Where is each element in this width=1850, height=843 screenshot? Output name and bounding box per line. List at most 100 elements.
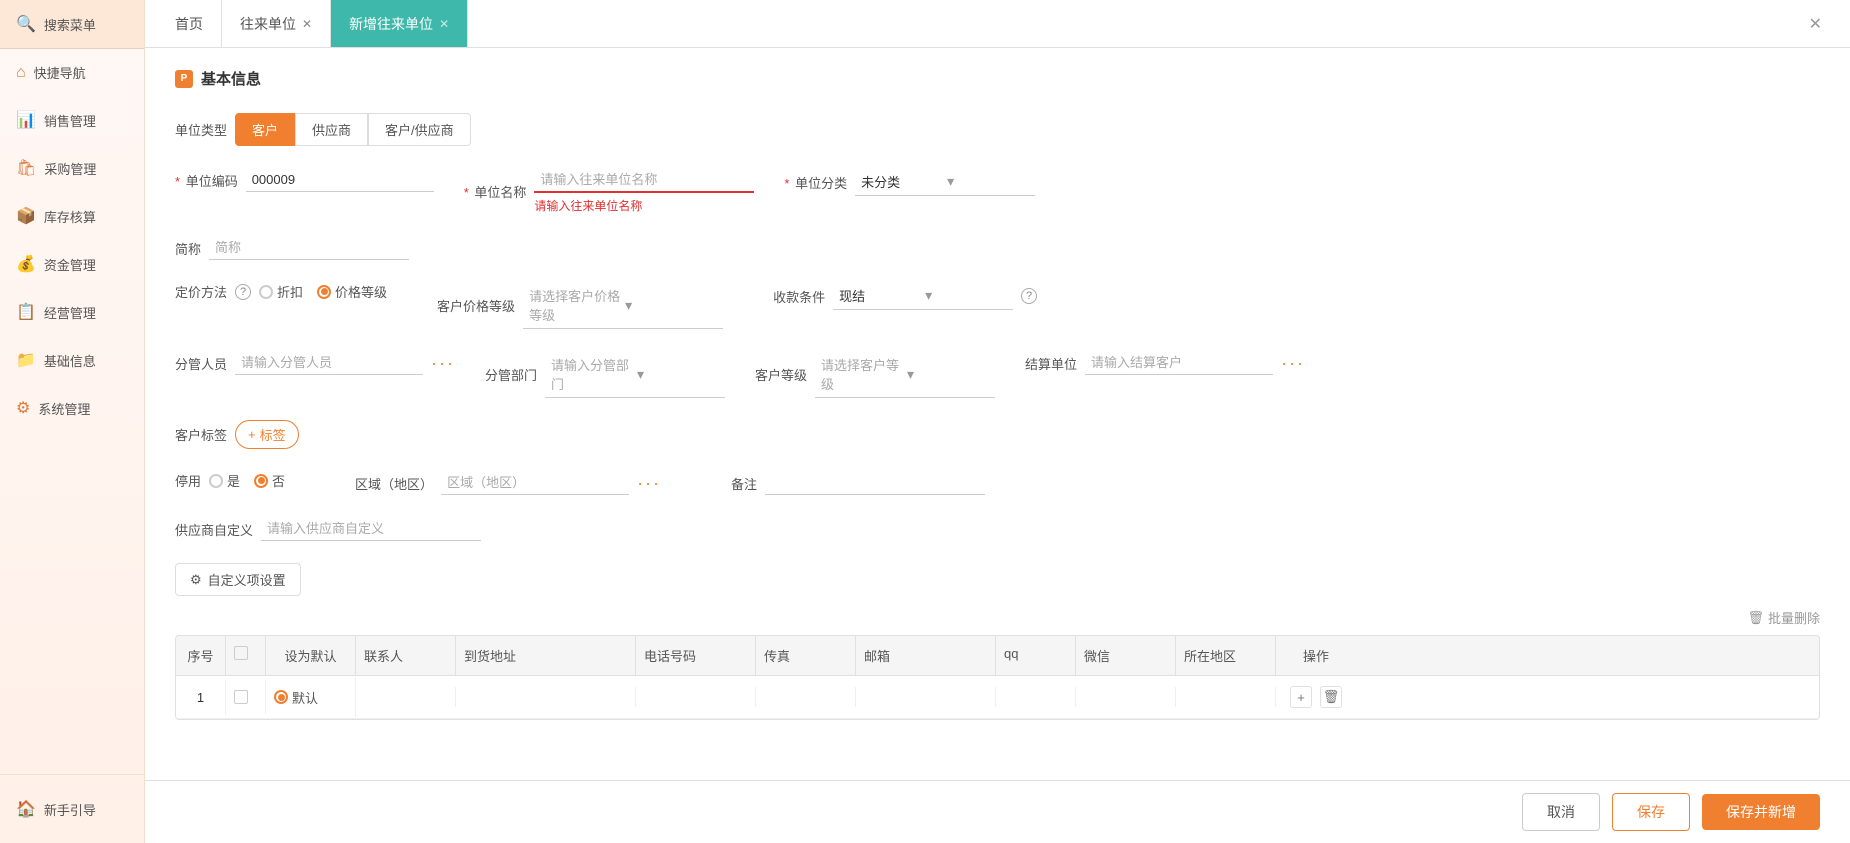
type-btn-customer[interactable]: 客户	[235, 113, 295, 146]
supplier-custom-field: 供应商自定义	[175, 517, 481, 541]
content-area: P 基本信息 单位类型 客户 供应商 客户/供应商 * 单位编码	[145, 48, 1850, 780]
th-fax: 传真	[756, 636, 856, 675]
type-btn-supplier[interactable]: 供应商	[295, 113, 368, 146]
settlement-more-icon[interactable]: ···	[1281, 353, 1305, 374]
shortname-input[interactable]	[209, 236, 409, 260]
unit-type-row: 单位类型 客户 供应商 客户/供应商	[175, 113, 1820, 146]
supplier-custom-row: 供应商自定义	[175, 517, 1820, 541]
customer-level-dropdown[interactable]: 请选择客户等级 ▾	[815, 351, 995, 398]
sidebar-item-sysadmin[interactable]: ⚙ 系统管理	[0, 384, 144, 432]
name-input[interactable]	[534, 168, 754, 193]
tabbar: 首页 往来单位 ✕ 新增往来单位 ✕ ✕	[145, 0, 1850, 48]
close-counterparty-tab[interactable]: ✕	[302, 17, 312, 31]
batch-delete-button[interactable]: 🗑 批量删除	[1747, 608, 1820, 627]
type-btn-both[interactable]: 客户/供应商	[368, 113, 471, 146]
sidebar-item-sales[interactable]: 📊 销售管理	[0, 96, 144, 144]
tags-label: 客户标签	[175, 425, 227, 444]
payment-value: 现结	[839, 286, 921, 305]
sidebar-item-newbie[interactable]: 🏠 新手引导	[0, 785, 144, 833]
manager-input[interactable]	[235, 351, 423, 375]
td-email	[856, 687, 996, 707]
search-icon: 🔍	[16, 14, 36, 34]
pricing-discount-label: 折扣	[277, 282, 303, 301]
unit-type-buttons: 客户 供应商 客户/供应商	[235, 113, 471, 146]
settlement-input[interactable]	[1085, 351, 1273, 375]
pricing-help-icon[interactable]: ?	[235, 284, 251, 300]
row-checkbox[interactable]	[234, 690, 248, 704]
td-default: 默认	[266, 678, 356, 717]
code-input[interactable]	[246, 168, 434, 192]
name-label: * 单位名称	[464, 182, 527, 201]
customer-level-field: 客户等级 请选择客户等级 ▾	[755, 351, 995, 398]
category-dropdown[interactable]: 未分类 ▾	[855, 168, 1035, 196]
tab-home[interactable]: 首页	[157, 0, 222, 47]
customer-price-dropdown[interactable]: 请选择客户价格等级 ▾	[523, 282, 723, 329]
th-region: 所在地区	[1176, 636, 1276, 675]
payment-help-icon[interactable]: ?	[1021, 288, 1037, 304]
th-email: 邮箱	[856, 636, 996, 675]
close-new-counterparty-tab[interactable]: ✕	[439, 17, 449, 31]
th-seq: 序号	[176, 636, 226, 675]
notes-field: 备注	[731, 471, 985, 495]
th-check	[226, 636, 266, 675]
row-add-button[interactable]: +	[1290, 686, 1312, 708]
sidebar-item-basicinfo[interactable]: 📁 基础信息	[0, 336, 144, 384]
sidebar-item-purchase[interactable]: 🛍 采购管理	[0, 144, 144, 192]
td-qq	[996, 687, 1076, 707]
name-field-wrapper: 请输入往来单位名称	[534, 168, 754, 214]
tab-new-counterparty[interactable]: 新增往来单位 ✕	[331, 0, 468, 47]
save-button[interactable]: 保存	[1612, 793, 1690, 831]
th-phone: 电话号码	[636, 636, 756, 675]
pricing-label: 定价方法	[175, 282, 227, 301]
box-icon: 📦	[16, 206, 36, 226]
table-header: 序号 设为默认 联系人 到货地址 电话号码 传真 邮箱 qq 微信 所在地区 操…	[176, 636, 1819, 676]
name-field: * 单位名称 请输入往来单位名称	[464, 168, 755, 214]
th-default: 设为默认	[266, 636, 356, 675]
disabled-no[interactable]: 否	[254, 471, 285, 490]
notes-label: 备注	[731, 474, 757, 493]
cancel-button[interactable]: 取消	[1522, 793, 1600, 831]
pricing-radio-pricelevel[interactable]: 价格等级	[317, 282, 387, 301]
dept-field: 分管部门 请输入分管部门 ▾	[485, 351, 725, 398]
sidebar-item-label: 采购管理	[44, 159, 96, 178]
sidebar-item-finance[interactable]: 💰 资金管理	[0, 240, 144, 288]
sidebar-item-inventory[interactable]: 📦 库存核算	[0, 192, 144, 240]
sidebar: 🔍 搜索菜单 ⌂ 快捷导航 📊 销售管理 🛍 采购管理 📦 库存核算 💰 资金管…	[0, 0, 145, 843]
sidebar-item-operations[interactable]: 📋 经营管理	[0, 288, 144, 336]
dept-dropdown[interactable]: 请输入分管部门 ▾	[545, 351, 725, 398]
pricing-radio-discount[interactable]: 折扣	[259, 282, 303, 301]
region-label: 区域（地区）	[355, 474, 433, 493]
custom-settings-button[interactable]: ⚙ 自定义项设置	[175, 563, 301, 596]
td-phone	[636, 687, 756, 707]
row-default-radio[interactable]: 默认	[274, 688, 347, 707]
pricing-row: 定价方法 ? 折扣 价格等级 客户价格等级 请选择客户价格等	[175, 282, 1820, 329]
customer-level-arrow: ▾	[907, 366, 989, 383]
sidebar-item-quicknav[interactable]: ⌂ 快捷导航	[0, 49, 144, 96]
shortname-label: 简称	[175, 239, 201, 258]
row-delete-button[interactable]: 🗑	[1320, 686, 1342, 708]
supplier-custom-label: 供应商自定义	[175, 520, 253, 539]
sidebar-item-search[interactable]: 🔍 搜索菜单	[0, 0, 144, 49]
manager-more-icon[interactable]: ···	[431, 353, 455, 374]
supplier-custom-input[interactable]	[261, 517, 481, 541]
disabled-yes-label: 是	[227, 471, 240, 490]
guide-icon: 🏠	[16, 799, 36, 819]
close-all-tabs[interactable]: ✕	[1793, 14, 1838, 34]
payment-dropdown[interactable]: 现结 ▾	[833, 282, 1013, 310]
settlement-label: 结算单位	[1025, 354, 1077, 373]
save-and-new-button[interactable]: 保存并新增	[1702, 794, 1820, 830]
tab-counterparty[interactable]: 往来单位 ✕	[222, 0, 331, 47]
notes-input[interactable]	[765, 471, 985, 495]
region-more-icon[interactable]: ···	[637, 473, 661, 494]
pricing-pricelevel-radio-circle	[317, 285, 331, 299]
region-input[interactable]	[441, 471, 629, 495]
dept-placeholder: 请输入分管部门	[551, 355, 633, 393]
disabled-yes[interactable]: 是	[209, 471, 240, 490]
contacts-table: 序号 设为默认 联系人 到货地址 电话号码 传真 邮箱 qq 微信 所在地区 操…	[175, 635, 1820, 720]
sidebar-item-label: 基础信息	[44, 351, 96, 370]
header-checkbox[interactable]	[234, 646, 248, 660]
section-icon: P	[175, 70, 193, 88]
sidebar-item-label: 销售管理	[44, 111, 96, 130]
td-seq: 1	[176, 680, 226, 715]
add-tag-button[interactable]: + 标签	[235, 420, 299, 449]
